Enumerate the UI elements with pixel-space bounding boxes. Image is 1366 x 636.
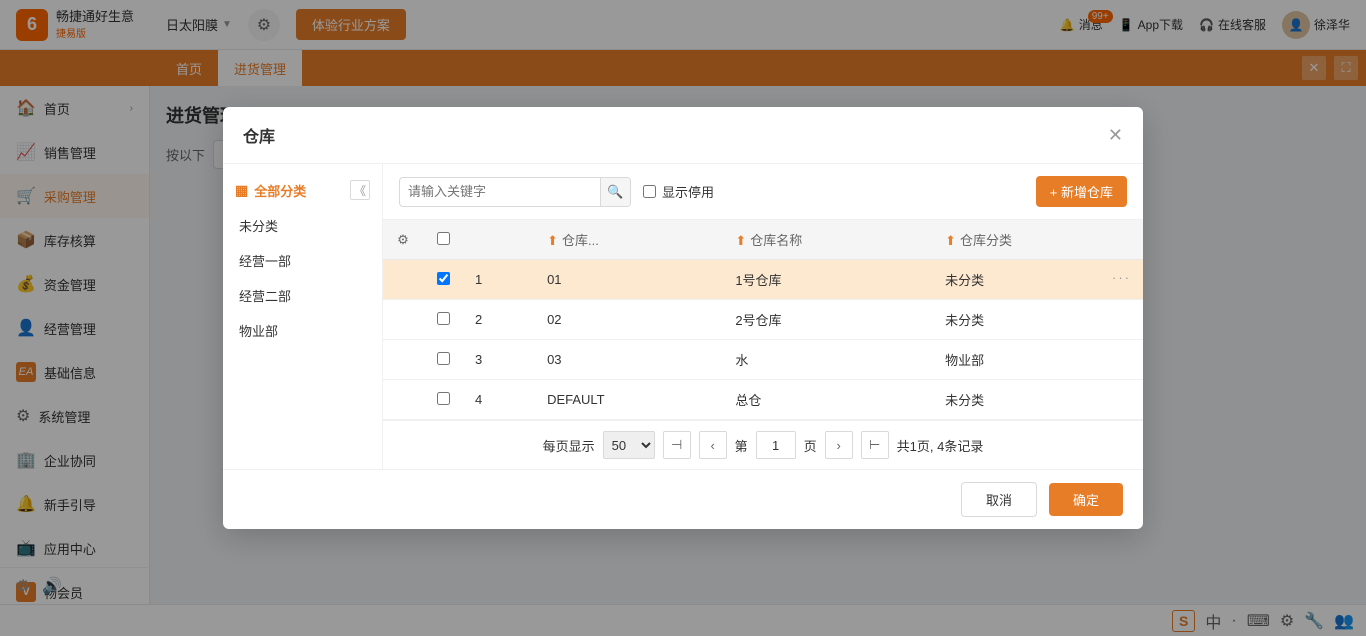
show-disabled-checkbox[interactable] [643,185,656,198]
modal-toolbar: 🔍 显示停用 + 新增仓库 [383,164,1143,220]
row-checkbox-2[interactable] [437,312,450,325]
modal-right-content: 🔍 显示停用 + 新增仓库 ⚙ [383,164,1143,469]
row-check-3 [423,340,463,380]
th-settings: ⚙ [383,220,423,260]
row-category-1: 未分类 ··· [933,260,1143,300]
sort-icon-code: ⬆ [547,233,558,248]
table-row[interactable]: 2 02 2号仓库 未分类 [383,300,1143,340]
sort-icon-name: ⬆ [735,233,746,248]
category-item-unclassified[interactable]: 未分类 [223,208,382,243]
page-number-input[interactable] [756,431,796,459]
row-num-2: 2 [463,300,535,340]
modal-pagination: 每页显示 50 100 200 ⊣ ‹ 第 页 › ⊢ 共1页, 4条记录 [383,420,1143,469]
warehouse-modal: 仓库 ✕ ▦ 全部分类 《 未分类 经营一部 经营二部 物业部 [223,107,1143,529]
row-category-3: 物业部 [933,340,1143,380]
modal-category-sidebar: ▦ 全部分类 《 未分类 经营一部 经营二部 物业部 [223,164,383,469]
confirm-button[interactable]: 确定 [1049,483,1123,516]
collapse-sidebar-button[interactable]: 《 [350,180,370,200]
th-checkbox [423,220,463,260]
row-category-2: 未分类 [933,300,1143,340]
th-name: ⬆仓库名称 [723,220,933,260]
show-disabled-text: 显示停用 [662,182,714,201]
row-name-2: 2号仓库 [723,300,933,340]
page-unit: 页 [804,436,817,455]
th-code: ⬆仓库... [535,220,723,260]
warehouse-table-container: ⚙ ⬆仓库... ⬆仓库名称 [383,220,1143,420]
table-row[interactable]: 3 03 水 物业部 [383,340,1143,380]
table-row[interactable]: 4 DEFAULT 总仓 未分类 [383,380,1143,420]
modal-sidebar-header: ▦ 全部分类 《 [223,172,382,208]
page-prev-btn[interactable]: ‹ [699,431,727,459]
row-action-2 [383,300,423,340]
per-page-select[interactable]: 50 100 200 [603,431,655,459]
row-num-4: 4 [463,380,535,420]
row-name-4: 总仓 [723,380,933,420]
row-code-4: DEFAULT [535,380,723,420]
row-action-1 [383,260,423,300]
total-info: 共1页, 4条记录 [897,436,984,455]
per-page-label: 每页显示 [543,436,595,455]
row-name-1: 1号仓库 [723,260,933,300]
header-checkbox[interactable] [437,232,450,245]
row-num-1: 1 [463,260,535,300]
page-first-btn[interactable]: ⊣ [663,431,691,459]
search-box: 🔍 [399,177,631,207]
row-checkbox-1[interactable] [437,272,450,285]
warehouse-table: ⚙ ⬆仓库... ⬆仓库名称 [383,220,1143,420]
sort-icon-cat: ⬆ [945,233,956,248]
search-button[interactable]: 🔍 [600,177,630,207]
cancel-button[interactable]: 取消 [961,482,1037,517]
row-action-3 [383,340,423,380]
search-input[interactable] [400,184,600,199]
modal-footer: 取消 确定 [223,469,1143,529]
row-category-4: 未分类 [933,380,1143,420]
modal-title: 仓库 [243,123,275,147]
category-all-label: 全部分类 [254,181,306,200]
new-warehouse-button[interactable]: + 新增仓库 [1036,176,1127,207]
category-item-property[interactable]: 物业部 [223,313,382,348]
category-item-dept2[interactable]: 经营二部 [223,278,382,313]
page-next-btn[interactable]: › [825,431,853,459]
row-check-1 [423,260,463,300]
page-label: 第 [735,436,748,455]
row-checkbox-4[interactable] [437,392,450,405]
row-code-3: 03 [535,340,723,380]
row-code-2: 02 [535,300,723,340]
category-item-dept1[interactable]: 经营一部 [223,243,382,278]
row-code-1: 01 [535,260,723,300]
show-disabled-label[interactable]: 显示停用 [643,182,714,201]
table-row[interactable]: 1 01 1号仓库 未分类 ··· [383,260,1143,300]
th-category: ⬆仓库分类 [933,220,1143,260]
page-last-btn[interactable]: ⊢ [861,431,889,459]
row-action-4 [383,380,423,420]
row-check-2 [423,300,463,340]
modal-backdrop: 仓库 ✕ ▦ 全部分类 《 未分类 经营一部 经营二部 物业部 [0,0,1366,636]
grid-icon: ▦ [235,182,248,199]
row-num-3: 3 [463,340,535,380]
category-all-item[interactable]: ▦ 全部分类 [235,181,306,200]
th-num [463,220,535,260]
modal-body: ▦ 全部分类 《 未分类 经营一部 经营二部 物业部 🔍 [223,164,1143,469]
row-name-3: 水 [723,340,933,380]
modal-header: 仓库 ✕ [223,107,1143,164]
row-check-4 [423,380,463,420]
modal-close-button[interactable]: ✕ [1108,125,1123,146]
row-checkbox-3[interactable] [437,352,450,365]
row-more-1[interactable]: ··· [1112,270,1131,285]
table-header-row: ⚙ ⬆仓库... ⬆仓库名称 [383,220,1143,260]
